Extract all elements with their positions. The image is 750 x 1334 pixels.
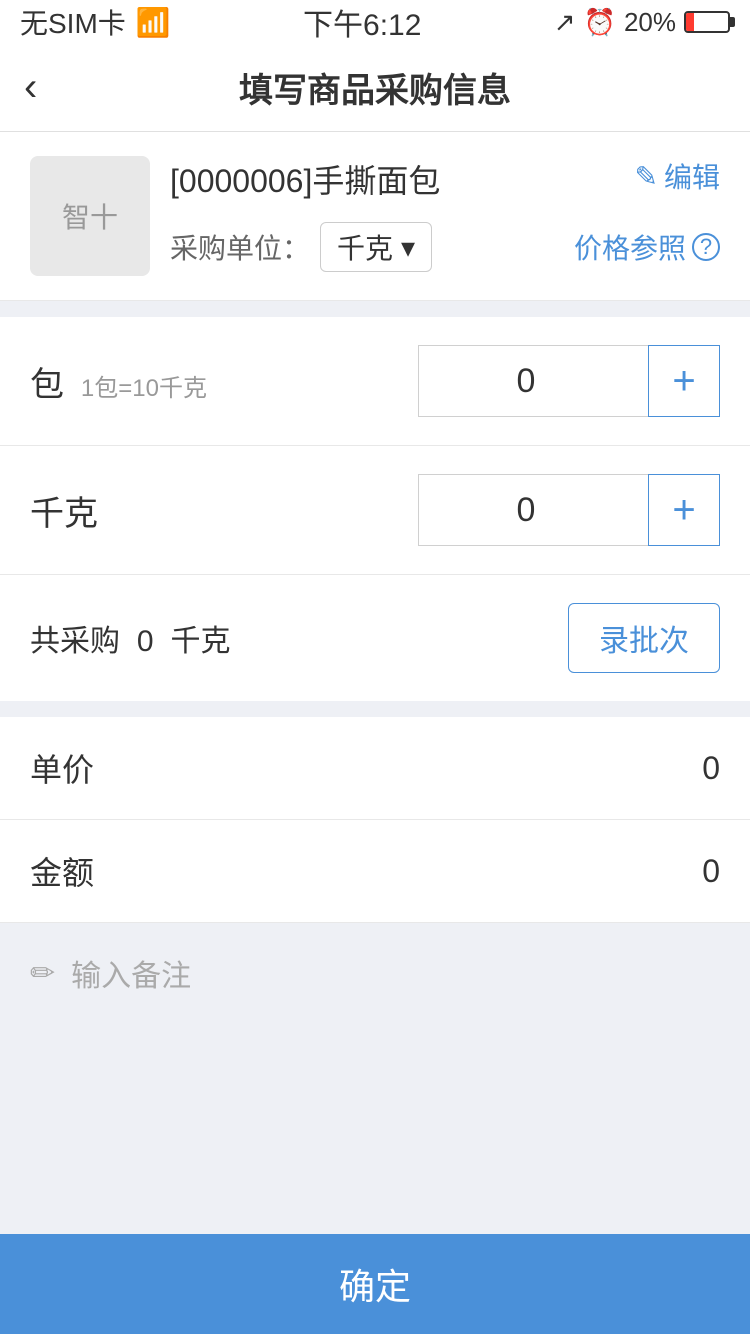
bag-label: 包 — [30, 366, 64, 404]
kg-label: 千克 — [30, 486, 98, 535]
input-section: 包 1包=10千克 + 千克 + — [0, 317, 750, 575]
summary-row: 共采购 0 千克 录批次 — [0, 575, 750, 701]
price-ref-button[interactable]: 价格参照 ? — [574, 227, 720, 267]
notes-placeholder: 输入备注 — [71, 951, 191, 995]
unit-dropdown[interactable]: 千克 ▾ — [320, 222, 432, 272]
edit-icon: ✎ — [635, 160, 658, 193]
product-unit-row: 采购单位： 千克 ▾ 价格参照 ? — [170, 222, 720, 272]
confirm-button[interactable]: 确定 — [0, 1234, 750, 1334]
nav-bar: ‹ 填写商品采购信息 — [0, 44, 750, 132]
wifi-icon: 📶 — [136, 6, 171, 39]
battery-icon — [684, 11, 730, 33]
amount-row: 金额 0 — [0, 820, 750, 923]
unit-prefix-label: 采购单位： — [170, 227, 310, 267]
page-title: 填写商品采购信息 — [239, 63, 511, 112]
status-time: 下午6:12 — [303, 0, 421, 44]
battery-label: 20% — [624, 7, 676, 38]
product-card: 智十 [0000006]手撕面包 ✎ 编辑 采购单位： 千克 ▾ 价格参照 ? — [0, 132, 750, 301]
unit-value: 千克 — [337, 227, 393, 267]
kg-quantity-input[interactable] — [418, 474, 648, 546]
batch-button-label: 录批次 — [599, 625, 689, 658]
price-ref-label: 价格参照 — [574, 227, 686, 267]
summary-quantity: 0 — [137, 625, 154, 658]
dropdown-arrow: ▾ — [401, 231, 415, 264]
summary-prefix: 共采购 — [30, 625, 120, 658]
bag-input-row: 包 1包=10千克 + — [0, 317, 750, 446]
status-right: ↗ ⏰ 20% — [554, 7, 730, 38]
amount-label: 金额 — [30, 848, 94, 894]
bag-quantity-input[interactable] — [418, 345, 648, 417]
separator-1 — [0, 301, 750, 317]
bag-label-group: 包 1包=10千克 — [30, 357, 207, 406]
bag-input-group: + — [418, 345, 720, 417]
price-label: 单价 — [30, 745, 94, 791]
status-bar: 无SIM卡 📶 下午6:12 ↗ ⏰ 20% — [0, 0, 750, 44]
summary-text-group: 共采购 0 千克 — [30, 616, 230, 660]
edit-label: 编辑 — [664, 156, 720, 196]
edit-button[interactable]: ✎ 编辑 — [635, 156, 720, 196]
location-icon: ↗ — [554, 7, 576, 38]
alarm-icon: ⏰ — [584, 7, 616, 38]
bag-plus-icon: + — [672, 359, 695, 404]
bag-sub-label: 1包=10千克 — [81, 375, 207, 402]
bag-plus-button[interactable]: + — [648, 345, 720, 417]
product-thumb-text: 智十 — [62, 196, 118, 236]
kg-plus-button[interactable]: + — [648, 474, 720, 546]
notes-section[interactable]: ✏ 输入备注 — [0, 923, 750, 1023]
batch-button[interactable]: 录批次 — [568, 603, 720, 673]
price-row: 单价 0 — [0, 717, 750, 820]
kg-input-group: + — [418, 474, 720, 546]
kg-input-row: 千克 + — [0, 446, 750, 575]
confirm-button-label: 确定 — [339, 1258, 411, 1310]
unit-select-group: 采购单位： 千克 ▾ — [170, 222, 432, 272]
price-section: 单价 0 金额 0 — [0, 717, 750, 923]
notes-icon: ✏ — [30, 956, 55, 991]
status-left: 无SIM卡 📶 — [20, 2, 171, 42]
summary-unit: 千克 — [170, 625, 230, 658]
product-info: [0000006]手撕面包 ✎ 编辑 采购单位： 千克 ▾ 价格参照 ? — [170, 156, 720, 272]
product-thumbnail: 智十 — [30, 156, 150, 276]
carrier-label: 无SIM卡 — [20, 2, 126, 42]
kg-plus-icon: + — [672, 488, 695, 533]
separator-2 — [0, 701, 750, 717]
product-name: [0000006]手撕面包 — [170, 156, 440, 202]
price-ref-icon: ? — [692, 233, 720, 261]
amount-value: 0 — [702, 853, 720, 890]
price-value: 0 — [702, 750, 720, 787]
product-header: [0000006]手撕面包 ✎ 编辑 — [170, 156, 720, 202]
back-button[interactable]: ‹ — [24, 65, 37, 110]
